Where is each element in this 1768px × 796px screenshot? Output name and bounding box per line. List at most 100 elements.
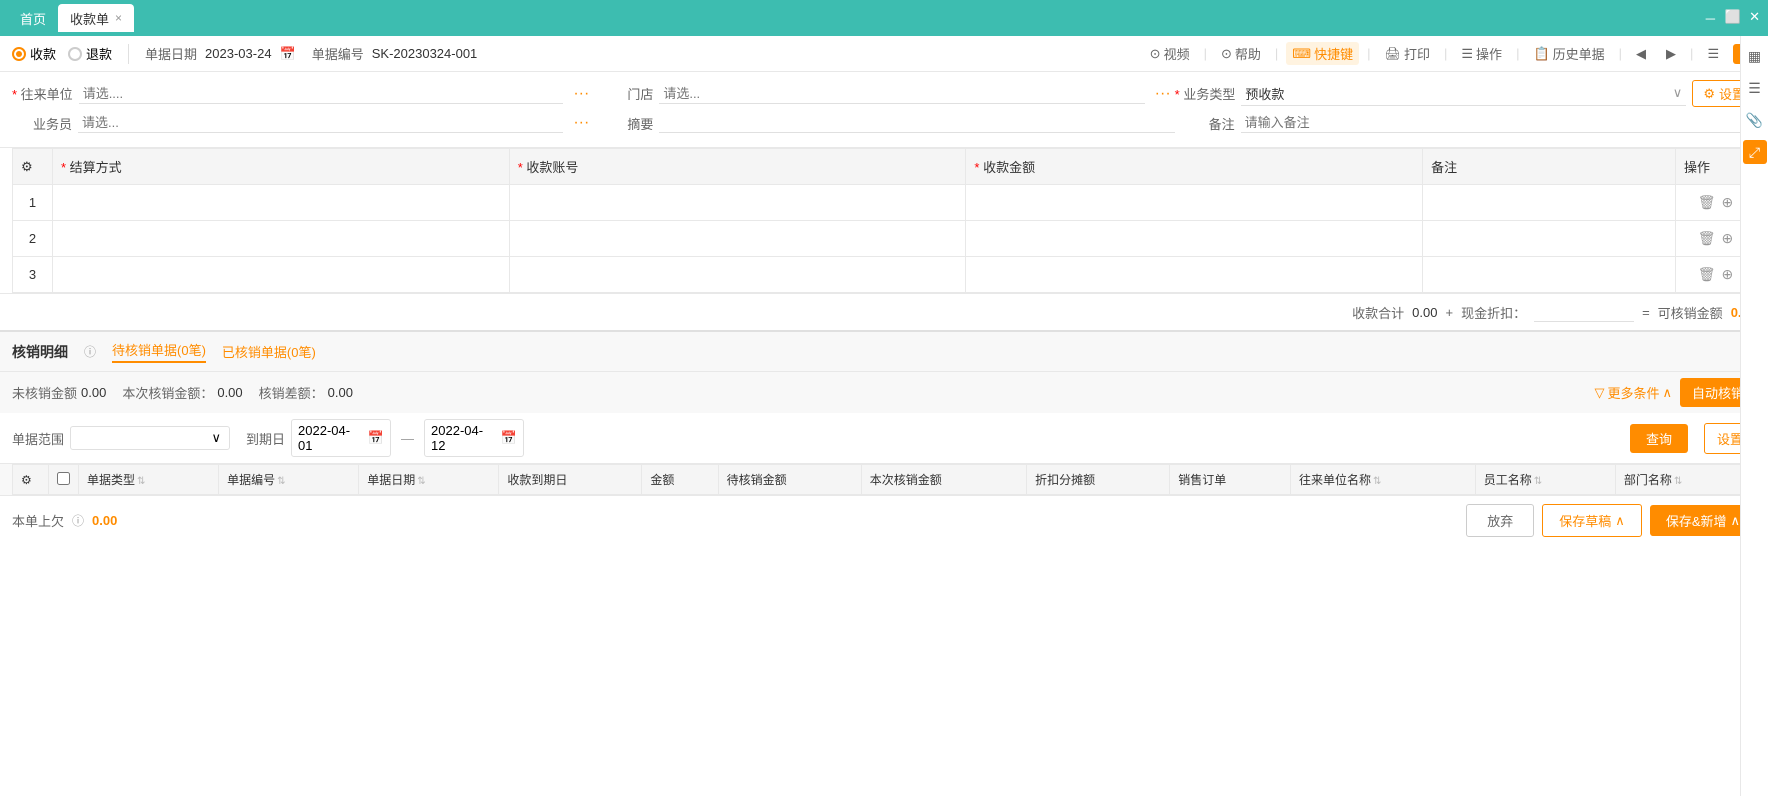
form-row-2: 业务员 ··· 摘要 备注 [12, 113, 1756, 133]
sidebar-list-icon[interactable]: ☰ [1743, 76, 1767, 100]
video-action[interactable]: ⊙ 视频 [1144, 42, 1196, 65]
tab-receipt[interactable]: 收款单 × [58, 4, 134, 32]
discard-button[interactable]: 放弃 [1466, 504, 1534, 537]
date-end-input[interactable]: 2022-04-12 📅 [424, 419, 524, 457]
delete-row-3-icon[interactable]: 🗑 [1698, 266, 1716, 283]
sidebar-expand-icon[interactable]: ⤢ [1743, 140, 1767, 164]
salesperson-more-icon[interactable]: ··· [569, 114, 593, 132]
amount-cell-1[interactable] [966, 185, 1423, 221]
copy-row-1-icon[interactable]: ⊕ [1722, 194, 1734, 211]
form-row-1: 往来单位 ··· 门店 ··· 业务类型 预收款 ∨ ⚙ 设置 [12, 80, 1756, 107]
print-label: 打印 [1404, 44, 1430, 63]
salesperson-input[interactable] [78, 113, 563, 133]
diff-stat: 核销差额： 0.00 [259, 383, 353, 402]
query-button[interactable]: 查询 [1630, 424, 1688, 453]
video-icon: ⊙ [1150, 46, 1161, 62]
tab-close-icon[interactable]: × [115, 11, 122, 25]
calendar-end-icon[interactable]: 📅 [501, 430, 517, 446]
delete-row-2-icon[interactable]: 🗑 [1698, 230, 1716, 247]
radio-receipt[interactable]: 收款 [12, 44, 56, 63]
discount-label: 现金折扣： [1461, 303, 1526, 322]
window-restore-icon[interactable]: ⬜ [1725, 9, 1741, 28]
col-settings[interactable]: ⚙ [13, 149, 53, 185]
remark-cell-1[interactable] [1423, 185, 1676, 221]
biz-type-label: 业务类型 [1175, 84, 1236, 103]
filter-bar: 单据范围 ∨ 到期日 2022-04-01 📅 — 2022-04-12 📅 [0, 413, 1768, 464]
help-action[interactable]: ⊙ 帮助 [1215, 42, 1267, 65]
radio-refund[interactable]: 退款 [68, 44, 112, 63]
tab-home[interactable]: 首页 [8, 4, 58, 32]
copy-row-3-icon[interactable]: ⊕ [1722, 266, 1734, 283]
store-more-icon[interactable]: ··· [1151, 85, 1175, 103]
date-separator: — [397, 431, 418, 446]
settlement-cell-3[interactable] [53, 257, 510, 293]
bottom-col-settings[interactable]: ⚙ [13, 465, 49, 495]
delete-row-1-icon[interactable]: 🗑 [1698, 194, 1716, 211]
history-icon: 📋 [1533, 46, 1549, 62]
settlement-cell-2[interactable] [53, 221, 510, 257]
save-new-arrow-icon: ∧ [1730, 513, 1740, 529]
biz-type-select[interactable]: 预收款 ∨ [1241, 82, 1686, 106]
row-idx-2: 2 [13, 221, 53, 257]
biz-type-value: 预收款 [1245, 84, 1284, 103]
more-conditions-btn[interactable]: ▽ 更多条件 ∧ [1594, 383, 1672, 402]
print-action[interactable]: 🖨 打印 [1378, 42, 1436, 65]
account-cell-1[interactable] [509, 185, 966, 221]
nav-next[interactable]: ▶ [1660, 44, 1682, 64]
account-cell-3[interactable] [509, 257, 966, 293]
range-select[interactable]: ∨ [70, 426, 230, 450]
select-all-checkbox[interactable] [57, 472, 70, 485]
salesperson-field: 业务员 ··· [12, 113, 593, 133]
doc-number-group: 单据编号 SK-20230324-001 [312, 44, 478, 63]
section-title: 核销明细 [12, 342, 68, 362]
remark-input[interactable] [1241, 113, 1756, 133]
settlement-cell-1[interactable] [53, 185, 510, 221]
total-value: 0.00 [1412, 305, 1437, 320]
window-minimize-icon[interactable]: － [1704, 9, 1717, 28]
date-start-input[interactable]: 2022-04-01 📅 [291, 419, 391, 457]
unchecked-value: 0.00 [81, 385, 106, 400]
history-action[interactable]: 📋 历史单据 [1527, 42, 1610, 65]
operation-action[interactable]: ☰ 操作 [1455, 42, 1508, 65]
account-cell-2[interactable] [509, 221, 966, 257]
doc-number-value: SK-20230324-001 [372, 46, 478, 61]
pending-tab[interactable]: 待核销单据(0笔) [112, 340, 206, 363]
amount-cell-2[interactable] [966, 221, 1423, 257]
done-tab[interactable]: 已核销单据(0笔) [222, 342, 316, 361]
verification-section: 核销明细 ⓘ 待核销单据(0笔) 已核销单据(0笔) 未核销金额 0.00 本次… [0, 330, 1768, 495]
summary-row: 收款合计 0.00 + 现金折扣： = 可核销金额 0.00 [0, 293, 1768, 330]
sidebar-table-icon[interactable]: ▦ [1743, 44, 1767, 68]
table-header-row: ⚙ 结算方式 收款账号 收款金额 备注 操作 [13, 149, 1756, 185]
remark-cell-3[interactable] [1423, 257, 1676, 293]
radio-receipt-label: 收款 [30, 44, 56, 63]
draft-button[interactable]: 保存草稿 ∧ [1542, 504, 1642, 537]
calendar-start-icon[interactable]: 📅 [368, 430, 384, 446]
remark-label: 备注 [1175, 114, 1235, 133]
biz-type-field: 业务类型 预收款 ∨ ⚙ 设置 [1175, 80, 1756, 107]
session-info-icon[interactable]: ⓘ [72, 512, 84, 529]
main-content: 收款 退款 单据日期 2023-03-24 📅 单据编号 SK-20230324… [0, 36, 1768, 796]
eq-sign: = [1642, 305, 1650, 320]
calendar-icon[interactable]: 📅 [280, 46, 296, 62]
toolbar-divider-1 [128, 44, 129, 64]
nav-prev[interactable]: ◀ [1630, 44, 1652, 64]
sidebar-clip-icon[interactable]: 📎 [1743, 108, 1767, 132]
copy-row-2-icon[interactable]: ⊕ [1722, 230, 1734, 247]
form-area: 往来单位 ··· 门店 ··· 业务类型 预收款 ∨ ⚙ 设置 [0, 72, 1768, 148]
shortcut-action[interactable]: ⌨ 快捷键 [1286, 42, 1359, 65]
range-filter: 单据范围 ∨ [12, 426, 230, 450]
view-list-icon[interactable]: ☰ [1701, 44, 1725, 64]
doc-date-label: 单据日期 [145, 44, 197, 63]
store-input[interactable] [659, 84, 1144, 104]
counterparty-more-icon[interactable]: ··· [569, 85, 593, 103]
bottom-col-checkbox[interactable] [49, 465, 79, 495]
counterparty-input[interactable] [79, 84, 564, 104]
remark-cell-2[interactable] [1423, 221, 1676, 257]
bottom-col-employee: 员工名称⇅ [1475, 465, 1615, 495]
window-close-icon[interactable]: ✕ [1749, 9, 1760, 28]
amount-cell-3[interactable] [966, 257, 1423, 293]
tab-receipt-label: 收款单 [70, 9, 109, 28]
discount-input[interactable] [1534, 302, 1634, 322]
section-info-icon[interactable]: ⓘ [84, 343, 96, 360]
summary-input[interactable] [659, 113, 1174, 133]
